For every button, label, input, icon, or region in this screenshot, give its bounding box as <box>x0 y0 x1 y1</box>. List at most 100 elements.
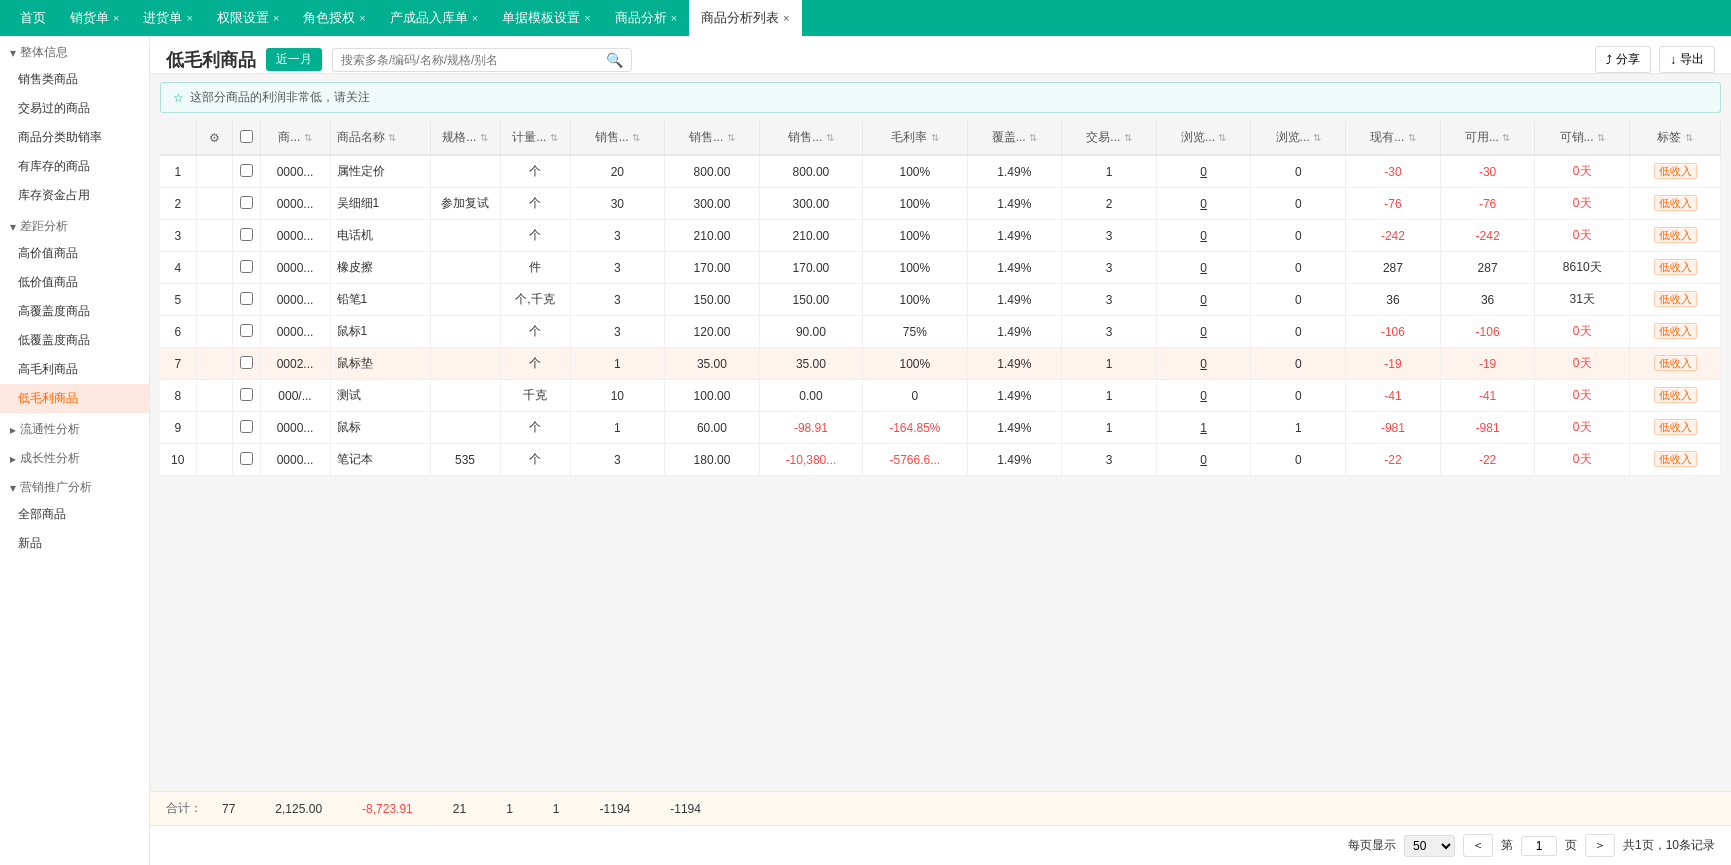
prev-page-button[interactable]: ＜ <box>1463 834 1493 857</box>
row-view1[interactable]: 0 <box>1156 316 1251 348</box>
sidebar-item-stock-capital[interactable]: 库存资金占用 <box>0 181 149 210</box>
nav-template-settings[interactable]: 单据模板设置 × <box>490 0 602 36</box>
sidebar-group-gap-analysis[interactable]: ▾ 差距分析 <box>0 210 149 239</box>
row-sales-profit: 170.00 <box>759 252 862 284</box>
sidebar-item-sales-products[interactable]: 销售类商品 <box>0 65 149 94</box>
close-icon[interactable]: × <box>113 12 119 24</box>
row-checkbox[interactable] <box>232 348 260 380</box>
row-view2: 0 <box>1251 252 1346 284</box>
nav-product-analysis-list[interactable]: 商品分析列表 × <box>689 0 801 36</box>
sidebar-group-overall[interactable]: ▾ 整体信息 <box>0 36 149 65</box>
sidebar-item-high-profit[interactable]: 高毛利商品 <box>0 355 149 384</box>
search-box: 🔍 <box>332 48 632 72</box>
sidebar-item-high-value[interactable]: 高价值商品 <box>0 239 149 268</box>
row-checkbox[interactable] <box>232 252 260 284</box>
row-checkbox[interactable] <box>232 220 260 252</box>
row-name[interactable]: 属性定价 <box>330 155 430 188</box>
row-checkbox[interactable] <box>232 412 260 444</box>
row-name[interactable]: 鼠标1 <box>330 316 430 348</box>
close-icon[interactable]: × <box>359 12 365 24</box>
row-checkbox[interactable] <box>232 188 260 220</box>
row-sellable: 0天 <box>1535 348 1630 380</box>
row-view1[interactable]: 0 <box>1156 220 1251 252</box>
close-icon[interactable]: × <box>584 12 590 24</box>
row-available: 287 <box>1440 252 1535 284</box>
search-input[interactable] <box>341 53 606 67</box>
row-name[interactable]: 笔记本 <box>330 444 430 476</box>
close-icon[interactable]: × <box>472 12 478 24</box>
sidebar-item-new-products[interactable]: 新品 <box>0 529 149 558</box>
search-icon[interactable]: 🔍 <box>606 52 623 68</box>
row-checkbox[interactable] <box>232 444 260 476</box>
row-name[interactable]: 测试 <box>330 380 430 412</box>
row-checkbox[interactable] <box>232 316 260 348</box>
row-spec: 535 <box>430 444 500 476</box>
row-deal: 3 <box>1062 284 1157 316</box>
close-icon[interactable]: × <box>783 12 789 24</box>
row-view1[interactable]: 1 <box>1156 412 1251 444</box>
sidebar-group-marketing[interactable]: ▾ 营销推广分析 <box>0 471 149 500</box>
row-name[interactable]: 鼠标 <box>330 412 430 444</box>
row-view1[interactable]: 0 <box>1156 188 1251 220</box>
row-name[interactable]: 橡皮擦 <box>330 252 430 284</box>
nav-product-entry[interactable]: 产成品入库单 × <box>378 0 490 36</box>
row-tag: 低收入 <box>1630 380 1721 412</box>
row-gross-rate: 100% <box>863 284 967 316</box>
sidebar-item-category-sales-rate[interactable]: 商品分类助销率 <box>0 123 149 152</box>
share-icon: ⤴ <box>1606 53 1612 67</box>
nav-product-analysis[interactable]: 商品分析 × <box>603 0 689 36</box>
row-coverage: 1.49% <box>967 155 1062 188</box>
row-name[interactable]: 电话机 <box>330 220 430 252</box>
share-button[interactable]: ⤴ 分享 <box>1595 46 1651 73</box>
nav-role-permission[interactable]: 角色授权 × <box>291 0 377 36</box>
sidebar-item-low-value[interactable]: 低价值商品 <box>0 268 149 297</box>
row-view1[interactable]: 0 <box>1156 348 1251 380</box>
page-suffix: 页 <box>1565 837 1577 854</box>
sidebar-item-all-products[interactable]: 全部商品 <box>0 500 149 529</box>
sidebar-item-traded-products[interactable]: 交易过的商品 <box>0 94 149 123</box>
row-deal: 3 <box>1062 252 1157 284</box>
close-icon[interactable]: × <box>273 12 279 24</box>
col-header-gear[interactable]: ⚙ <box>196 121 232 155</box>
sidebar-item-high-coverage[interactable]: 高覆盖度商品 <box>0 297 149 326</box>
close-icon[interactable]: × <box>671 12 677 24</box>
nav-home[interactable]: 首页 <box>8 0 58 36</box>
export-button[interactable]: ↓ 导出 <box>1659 46 1715 73</box>
row-checkbox[interactable] <box>232 155 260 188</box>
sidebar-group-growth[interactable]: ▸ 成长性分析 <box>0 442 149 471</box>
row-number: 9 <box>160 412 196 444</box>
row-view1[interactable]: 0 <box>1156 380 1251 412</box>
row-name[interactable]: 吴细细1 <box>330 188 430 220</box>
row-spec <box>430 252 500 284</box>
nav-sales-order[interactable]: 销货单 × <box>58 0 131 36</box>
row-spec <box>430 316 500 348</box>
table-row: 60000...鼠标1个3120.0090.0075%1.49%300-106-… <box>160 316 1721 348</box>
row-name[interactable]: 铅笔1 <box>330 284 430 316</box>
per-page-select[interactable]: 50 100 200 <box>1404 835 1455 857</box>
time-filter-button[interactable]: 近一月 <box>266 48 322 71</box>
nav-purchase-order[interactable]: 进货单 × <box>131 0 204 36</box>
next-page-button[interactable]: ＞ <box>1585 834 1615 857</box>
row-name[interactable]: 鼠标垫 <box>330 348 430 380</box>
row-unit: 个 <box>500 316 570 348</box>
row-view1[interactable]: 0 <box>1156 252 1251 284</box>
sidebar-item-low-coverage[interactable]: 低覆盖度商品 <box>0 326 149 355</box>
footer-available: -1194 <box>670 802 701 816</box>
close-icon[interactable]: × <box>186 12 192 24</box>
row-view1[interactable]: 0 <box>1156 444 1251 476</box>
chevron-down-icon: ▾ <box>10 46 16 60</box>
sidebar-item-stocked-products[interactable]: 有库存的商品 <box>0 152 149 181</box>
row-available: 36 <box>1440 284 1535 316</box>
select-all-checkbox[interactable] <box>240 130 253 143</box>
row-checkbox[interactable] <box>232 284 260 316</box>
sidebar-item-low-profit[interactable]: 低毛利商品 <box>0 384 149 413</box>
row-view1[interactable]: 0 <box>1156 155 1251 188</box>
sidebar-group-liquidity[interactable]: ▸ 流通性分析 <box>0 413 149 442</box>
row-available: -106 <box>1440 316 1535 348</box>
row-view1[interactable]: 0 <box>1156 284 1251 316</box>
row-checkbox[interactable] <box>232 380 260 412</box>
col-header-name: 商品名称 ⇅ <box>330 121 430 155</box>
nav-permission-settings[interactable]: 权限设置 × <box>205 0 291 36</box>
row-current: 287 <box>1346 252 1441 284</box>
page-number-input[interactable] <box>1521 836 1557 856</box>
